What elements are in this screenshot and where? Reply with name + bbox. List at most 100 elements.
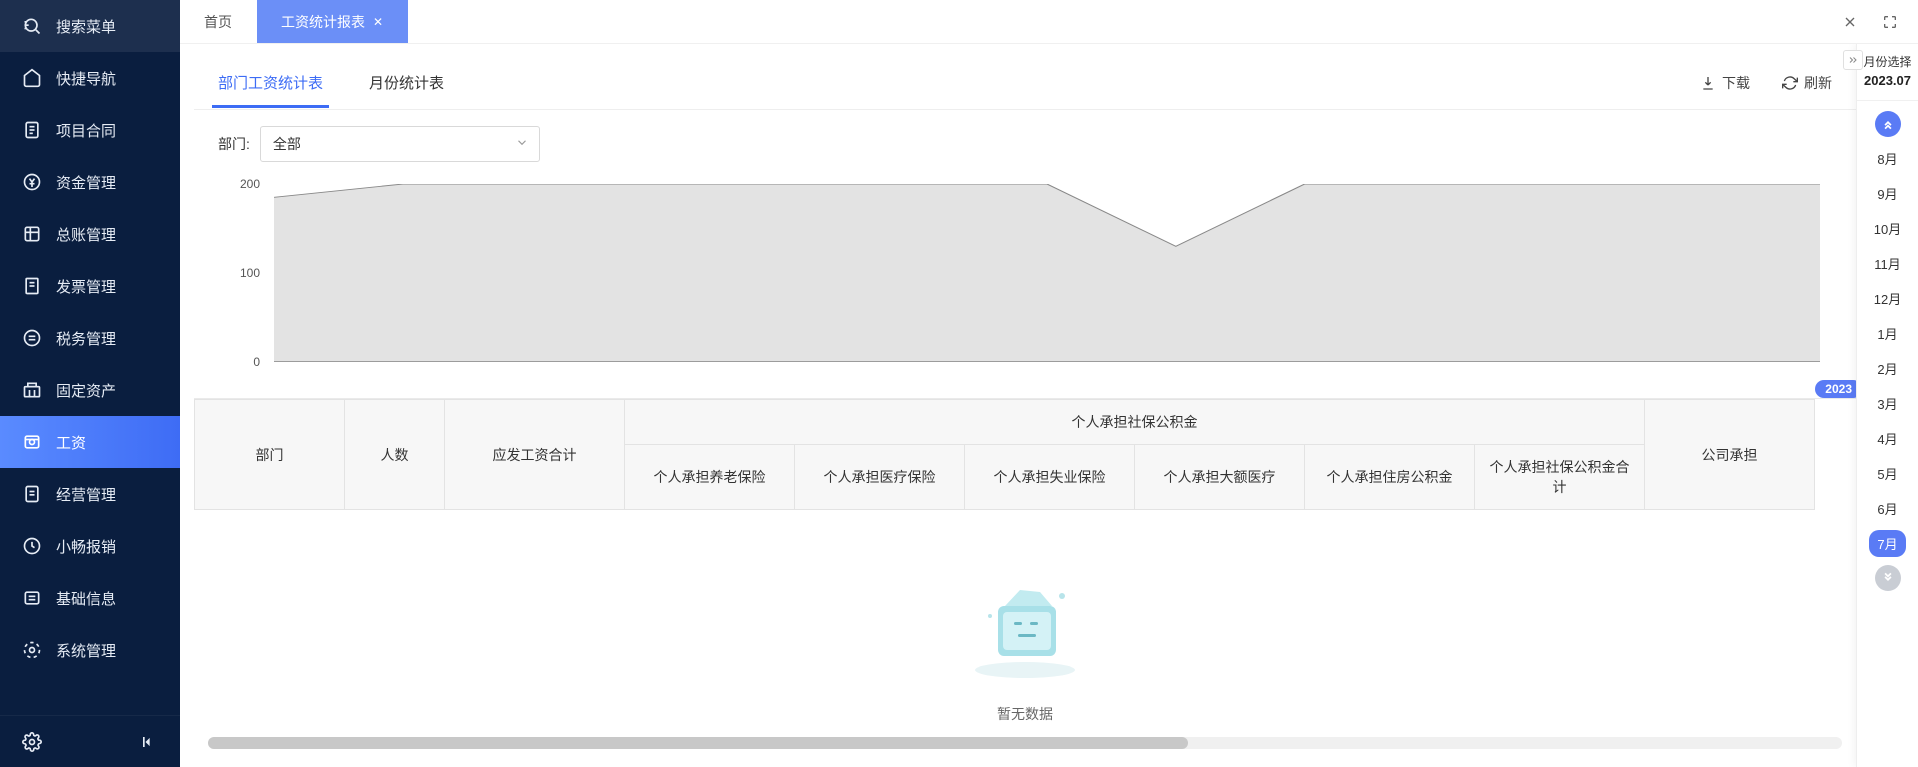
th-sub: 个人承担社保公积金合计 [1475, 445, 1645, 510]
sidebar-item-invoice[interactable]: 发票管理 [0, 260, 180, 312]
stats-table: 部门 人数 应发工资合计 个人承担社保公积金 公司承担 个人承担养老保险个人承担… [194, 399, 1815, 510]
download-label: 下载 [1722, 73, 1750, 93]
reimburse-icon [22, 536, 42, 556]
sidebar-item-label: 系统管理 [56, 640, 116, 661]
salary-chart: 0100200 [194, 174, 1856, 384]
dept-select-value: 全部 [273, 136, 301, 152]
sidebar-item-label: 项目合同 [56, 120, 116, 141]
subtab-month-stats[interactable]: 月份统计表 [363, 58, 450, 108]
tab-home[interactable]: 首页 [180, 0, 257, 43]
sidebar-item-reimburse[interactable]: 小畅报销 [0, 520, 180, 572]
biz-icon [22, 484, 42, 504]
horizontal-scrollbar[interactable] [208, 737, 1842, 749]
month-item[interactable]: 4月 [1869, 425, 1905, 452]
month-item[interactable]: 9月 [1869, 180, 1905, 207]
home-icon [22, 68, 42, 88]
ledger-icon [22, 224, 42, 244]
system-icon [22, 640, 42, 660]
info-icon [22, 588, 42, 608]
sidebar-item-salary[interactable]: 工资 [0, 416, 180, 468]
main: 首页 工资统计报表 ✕ 部门工资统计表 [180, 0, 1918, 767]
month-item[interactable]: 3月 [1869, 390, 1905, 417]
sidebar-item-asset[interactable]: 固定资产 [0, 364, 180, 416]
th-sub: 个人承担大额医疗 [1135, 445, 1305, 510]
refresh-button[interactable]: 刷新 [1776, 69, 1838, 97]
empty-illustration-icon [960, 560, 1090, 680]
month-item[interactable]: 6月 [1869, 495, 1905, 522]
month-item[interactable]: 2月 [1869, 355, 1905, 382]
collapse-sidebar-icon[interactable] [138, 732, 158, 752]
sidebar-item-label: 工资 [56, 432, 86, 453]
sidebar-item-money[interactable]: 资金管理 [0, 156, 180, 208]
sidebar-item-search[interactable]: 搜索菜单 [0, 0, 180, 52]
sidebar-item-label: 发票管理 [56, 276, 116, 297]
sidebar-item-label: 快捷导航 [56, 68, 116, 89]
sidebar-item-label: 搜索菜单 [56, 16, 116, 37]
month-item[interactable]: 10月 [1866, 215, 1909, 242]
th-count: 人数 [345, 400, 445, 510]
sidebar-bottom [0, 715, 180, 767]
month-item[interactable]: 11月 [1866, 250, 1909, 277]
month-item[interactable]: 7月 [1869, 530, 1905, 557]
th-company: 公司承担 [1645, 400, 1815, 510]
search-icon [22, 16, 42, 36]
th-total: 应发工资合计 [445, 400, 625, 510]
sidebar-item-contract[interactable]: 项目合同 [0, 104, 180, 156]
sidebar-item-label: 小畅报销 [56, 536, 116, 557]
th-group-personal: 个人承担社保公积金 [625, 400, 1645, 445]
invoice-icon [22, 276, 42, 296]
month-panel-title: 月份选择 [1863, 54, 1912, 71]
contract-icon [22, 120, 42, 140]
sidebar: 搜索菜单快捷导航项目合同资金管理总账管理发票管理税务管理固定资产工资经营管理小畅… [0, 0, 180, 767]
sidebar-item-label: 总账管理 [56, 224, 116, 245]
th-sub: 个人承担养老保险 [625, 445, 795, 510]
money-icon [22, 172, 42, 192]
sidebar-item-info[interactable]: 基础信息 [0, 572, 180, 624]
sidebar-item-label: 税务管理 [56, 328, 116, 349]
month-scroll-up-button[interactable] [1875, 111, 1901, 137]
sidebar-item-biz[interactable]: 经营管理 [0, 468, 180, 520]
filter-row: 部门: 全部 [194, 110, 1856, 174]
month-item[interactable]: 5月 [1869, 460, 1905, 487]
sidebar-item-tax[interactable]: 税务管理 [0, 312, 180, 364]
sidebar-item-label: 固定资产 [56, 380, 116, 401]
tab-home-label: 首页 [204, 12, 232, 32]
download-button[interactable]: 下载 [1694, 69, 1756, 97]
filter-dept-label: 部门: [218, 134, 250, 154]
empty-text: 暂无数据 [194, 704, 1856, 724]
chevron-down-icon [515, 136, 529, 153]
tab-bar: 首页 工资统计报表 ✕ [180, 0, 1918, 44]
month-item[interactable]: 12月 [1866, 285, 1909, 312]
th-dept: 部门 [195, 400, 345, 510]
tax-icon [22, 328, 42, 348]
sidebar-item-home[interactable]: 快捷导航 [0, 52, 180, 104]
settings-icon[interactable] [22, 732, 42, 752]
report-panel: 部门工资统计表 月份统计表 下载 刷新 部门: [194, 56, 1856, 755]
sidebar-item-label: 基础信息 [56, 588, 116, 609]
subtabs: 部门工资统计表 月份统计表 下载 刷新 [194, 56, 1856, 110]
th-sub: 个人承担医疗保险 [795, 445, 965, 510]
asset-icon [22, 380, 42, 400]
month-scroll-down-button[interactable] [1875, 565, 1901, 591]
month-item[interactable]: 8月 [1869, 145, 1905, 172]
sidebar-item-ledger[interactable]: 总账管理 [0, 208, 180, 260]
y-tick: 100 [240, 266, 260, 280]
sidebar-item-label: 资金管理 [56, 172, 116, 193]
month-panel-current: 2023.07 [1863, 73, 1912, 88]
stats-table-wrapper: 部门 人数 应发工资合计 个人承担社保公积金 公司承担 个人承担养老保险个人承担… [194, 398, 1856, 735]
empty-state: 暂无数据 [194, 510, 1856, 735]
th-sub: 个人承担失业保险 [965, 445, 1135, 510]
dept-select[interactable]: 全部 [260, 126, 540, 162]
tab-salary-report[interactable]: 工资统计报表 ✕ [257, 0, 408, 43]
month-item[interactable]: 1月 [1869, 320, 1905, 347]
tab-close-icon[interactable]: ✕ [373, 15, 383, 29]
close-all-tabs-button[interactable] [1836, 8, 1864, 36]
month-selector-panel: 月份选择 2023.07 8月 9月 10月 11月 12月 1月 2月 3月 4月 5月 6月 7月 [1856, 44, 1918, 767]
fullscreen-button[interactable] [1876, 8, 1904, 36]
refresh-label: 刷新 [1804, 73, 1832, 93]
tab-active-label: 工资统计报表 [281, 12, 365, 32]
subtab-dept-stats[interactable]: 部门工资统计表 [212, 58, 329, 108]
sidebar-item-system[interactable]: 系统管理 [0, 624, 180, 676]
year-badge: 2023 [1815, 380, 1862, 398]
collapse-month-panel-button[interactable] [1843, 50, 1863, 70]
